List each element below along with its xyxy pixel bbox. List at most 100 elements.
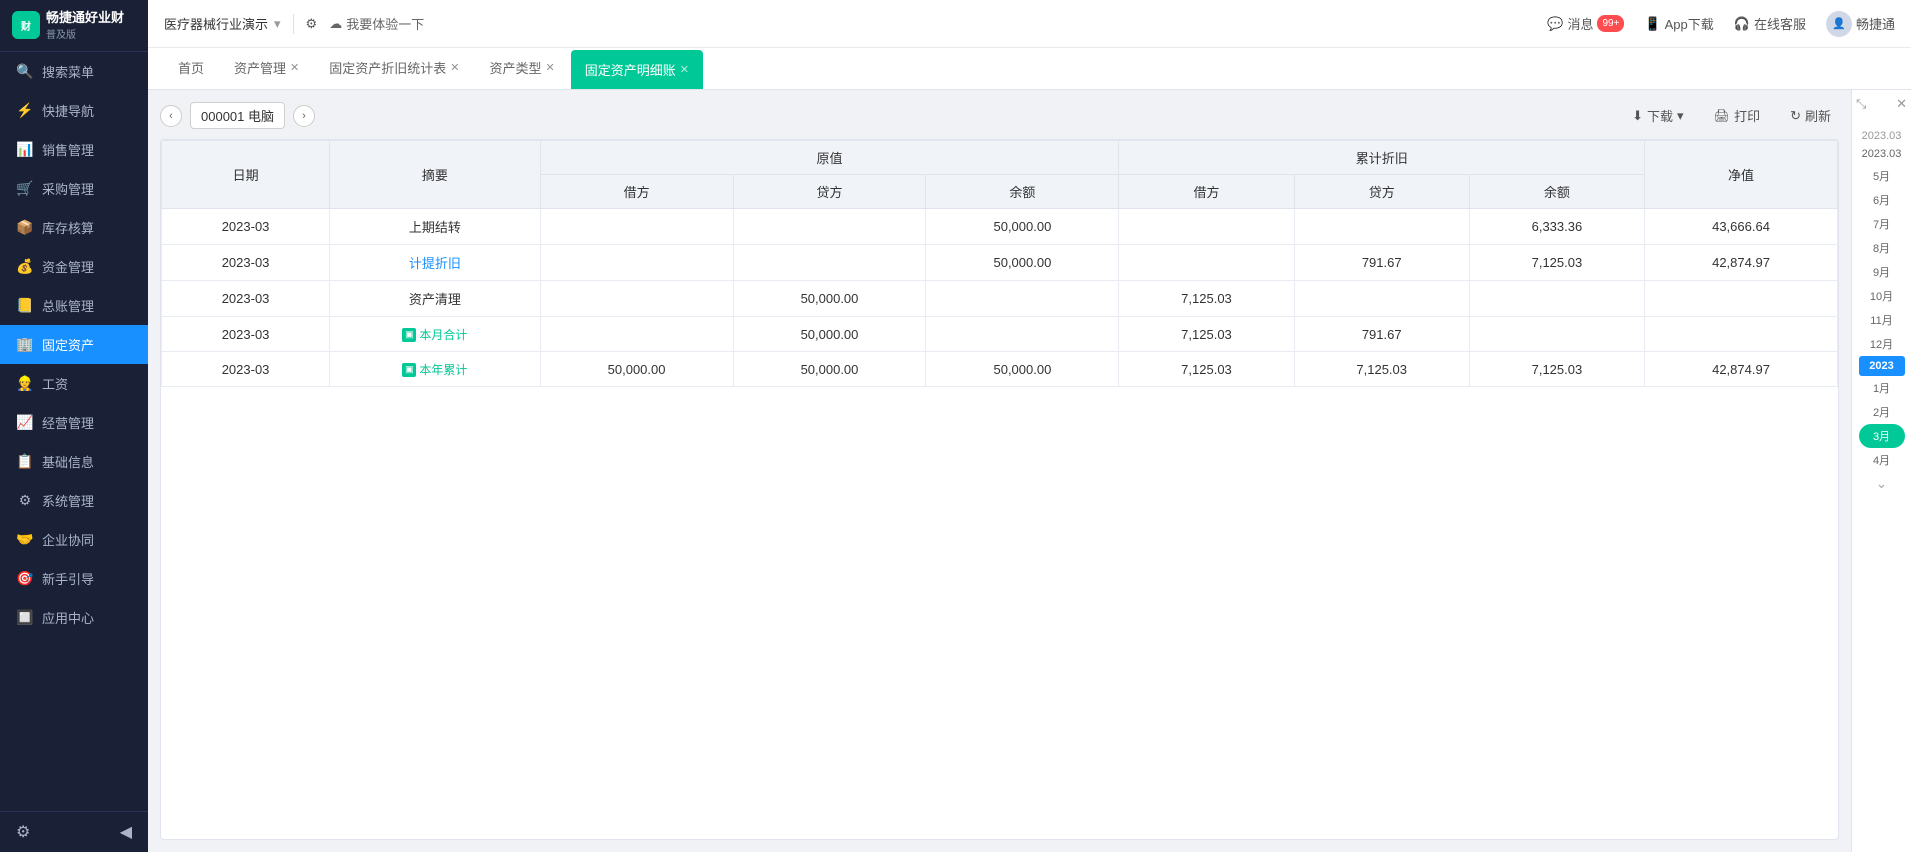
company-name: 医疗器械行业演示	[164, 14, 268, 33]
timeline-year-2023[interactable]: 2023	[1859, 356, 1905, 376]
col-net-value: 净值	[1645, 141, 1838, 209]
summary-link[interactable]: 计提折旧	[409, 256, 461, 271]
badge-icon: ▣	[402, 363, 416, 377]
sidebar-item-inventory[interactable]: 📦 库存核算	[0, 208, 148, 247]
tabs-bar: 首页 资产管理 ✕ 固定资产折旧统计表 ✕ 资产类型 ✕ 固定资产明细账 ✕	[148, 48, 1911, 90]
tab-asset-type[interactable]: 资产类型 ✕	[475, 48, 568, 89]
worker-icon: 👷	[16, 374, 34, 392]
refresh-icon: ↻	[1790, 108, 1801, 124]
sidebar-item-label: 总账管理	[42, 296, 94, 315]
tab-asset-mgmt[interactable]: 资产管理 ✕	[220, 48, 313, 89]
handshake-icon: 🤝	[16, 530, 34, 548]
sidebar-item-label: 基础信息	[42, 452, 94, 471]
sidebar: 财 畅捷通好业财 普及版 🔍 搜索菜单 ⚡ 快捷导航 📊 销售管理 🛒 采购管理…	[0, 0, 148, 852]
cell-summary: ▣本月合计	[330, 317, 540, 352]
timeline-month-10[interactable]: 10月	[1859, 284, 1905, 308]
tab-home[interactable]: 首页	[164, 48, 218, 89]
sidebar-item-basic[interactable]: 📋 基础信息	[0, 442, 148, 481]
online-service-btn[interactable]: 🎧 在线客服	[1734, 14, 1806, 33]
timeline-month-1[interactable]: 1月	[1859, 376, 1905, 400]
tab-asset-detail-close[interactable]: ✕	[680, 63, 689, 76]
table-row: 2023-03 上期结转 50,000.00 6,333.36 43,666.6…	[162, 209, 1838, 245]
sidebar-item-purchase[interactable]: 🛒 采购管理	[0, 169, 148, 208]
summary-badge: ▣本年累计	[402, 361, 467, 378]
cell-acc-balance	[1469, 317, 1644, 352]
cell-acc-credit: 791.67	[1294, 245, 1469, 281]
cell-orig-debit	[540, 317, 733, 352]
sidebar-item-fixed-assets[interactable]: 🏢 固定资产	[0, 325, 148, 364]
cell-acc-debit: 7,125.03	[1119, 281, 1294, 317]
summary-text: 上期结转	[409, 220, 461, 235]
sidebar-item-quicknav[interactable]: ⚡ 快捷导航	[0, 91, 148, 130]
sidebar-item-search[interactable]: 🔍 搜索菜单	[0, 52, 148, 91]
sidebar-item-capital[interactable]: 💰 资金管理	[0, 247, 148, 286]
timeline-month-3[interactable]: 3月	[1859, 424, 1905, 448]
cell-net-value: 43,666.64	[1645, 209, 1838, 245]
sidebar-item-guide[interactable]: 🎯 新手引导	[0, 559, 148, 598]
tab-depreciation-stats[interactable]: 固定资产折旧统计表 ✕	[315, 48, 473, 89]
timeline-item-header[interactable]: 2023.03	[1859, 144, 1905, 164]
tab-asset-detail[interactable]: 固定资产明细账 ✕	[571, 50, 703, 89]
ledger-icon: 📒	[16, 296, 34, 314]
timeline-month-8[interactable]: 8月	[1859, 236, 1905, 260]
notification-btn[interactable]: 💬 消息 99+	[1547, 14, 1624, 33]
table-row: 2023-03 计提折旧 50,000.00 791.67 7,125.03 4…	[162, 245, 1838, 281]
sidebar-item-system[interactable]: ⚙ 系统管理	[0, 481, 148, 520]
expand-panel-icon[interactable]: ⤡	[1856, 96, 1866, 112]
next-asset-btn[interactable]: ›	[293, 105, 315, 127]
sidebar-item-wages[interactable]: 👷 工资	[0, 364, 148, 403]
settings-icon[interactable]: ⚙	[16, 822, 30, 842]
timeline-month-12[interactable]: 12月	[1859, 332, 1905, 356]
sidebar-item-collab[interactable]: 🤝 企业协同	[0, 520, 148, 559]
timeline-month-7[interactable]: 7月	[1859, 212, 1905, 236]
col-acc-debit: 借方	[1119, 175, 1294, 209]
asset-id: 000001 电脑	[190, 102, 285, 129]
sidebar-item-label: 库存核算	[42, 218, 94, 237]
asset-detail-table: 日期 摘要 原值 累计折旧 净值 借方 贷方 余额 借方 贷方 余额	[160, 139, 1839, 840]
timeline-down-arrow[interactable]: ⌄	[1876, 475, 1888, 492]
timeline-month-4[interactable]: 4月	[1859, 448, 1905, 472]
cell-orig-debit	[540, 281, 733, 317]
money-icon: 💰	[16, 257, 34, 275]
tab-asset-type-close[interactable]: ✕	[546, 61, 555, 74]
collapse-icon[interactable]: ◀	[120, 822, 132, 842]
refresh-btn[interactable]: ↻ 刷新	[1782, 102, 1839, 129]
sidebar-nav: 🔍 搜索菜单 ⚡ 快捷导航 📊 销售管理 🛒 采购管理 📦 库存核算 💰 资金管…	[0, 52, 148, 811]
cell-net-value	[1645, 317, 1838, 352]
timeline-month-5[interactable]: 5月	[1859, 164, 1905, 188]
experience-btn[interactable]: ☁ 我要体验一下	[329, 14, 424, 33]
toolbar: ⬇ 下载 ▾ 🖨 打印 ↻ 刷新	[1624, 102, 1839, 129]
sidebar-item-label: 企业协同	[42, 530, 94, 549]
company-selector[interactable]: 医疗器械行业演示 ▾	[164, 14, 281, 33]
app-download-btn[interactable]: 📱 App下载	[1644, 14, 1713, 33]
close-panel-icon[interactable]: ✕	[1896, 96, 1907, 112]
cell-orig-credit: 50,000.00	[733, 281, 926, 317]
timeline-month-11[interactable]: 11月	[1859, 308, 1905, 332]
prev-asset-btn[interactable]: ‹	[160, 105, 182, 127]
cell-acc-credit	[1294, 209, 1469, 245]
sidebar-item-operations[interactable]: 📈 经营管理	[0, 403, 148, 442]
sidebar-item-label: 新手引导	[42, 569, 94, 588]
download-btn[interactable]: ⬇ 下载 ▾	[1624, 102, 1691, 129]
timeline-month-2[interactable]: 2月	[1859, 400, 1905, 424]
cell-date: 2023-03	[162, 281, 330, 317]
chart-icon: 📊	[16, 140, 34, 158]
user-profile-btn[interactable]: 👤 畅捷通	[1826, 11, 1895, 37]
cell-acc-debit	[1119, 245, 1294, 281]
timeline-month-6[interactable]: 6月	[1859, 188, 1905, 212]
sidebar-item-sales[interactable]: 📊 销售管理	[0, 130, 148, 169]
cart-icon: 🛒	[16, 179, 34, 197]
gear-icon: ⚙	[16, 491, 34, 509]
sidebar-item-ledger[interactable]: 📒 总账管理	[0, 286, 148, 325]
settings-btn[interactable]: ⚙	[306, 16, 318, 32]
timeline-header-1: 2023.03	[1862, 130, 1902, 142]
cell-net-value	[1645, 281, 1838, 317]
cell-orig-balance: 50,000.00	[926, 352, 1119, 387]
timeline-month-9[interactable]: 9月	[1859, 260, 1905, 284]
download-dropdown-icon: ▾	[1677, 108, 1684, 124]
sidebar-item-apps[interactable]: 🔲 应用中心	[0, 598, 148, 637]
tab-depreciation-close[interactable]: ✕	[450, 61, 459, 74]
notification-badge: 99+	[1597, 15, 1624, 32]
tab-asset-mgmt-close[interactable]: ✕	[290, 61, 299, 74]
print-btn[interactable]: 🖨 打印	[1706, 102, 1769, 129]
